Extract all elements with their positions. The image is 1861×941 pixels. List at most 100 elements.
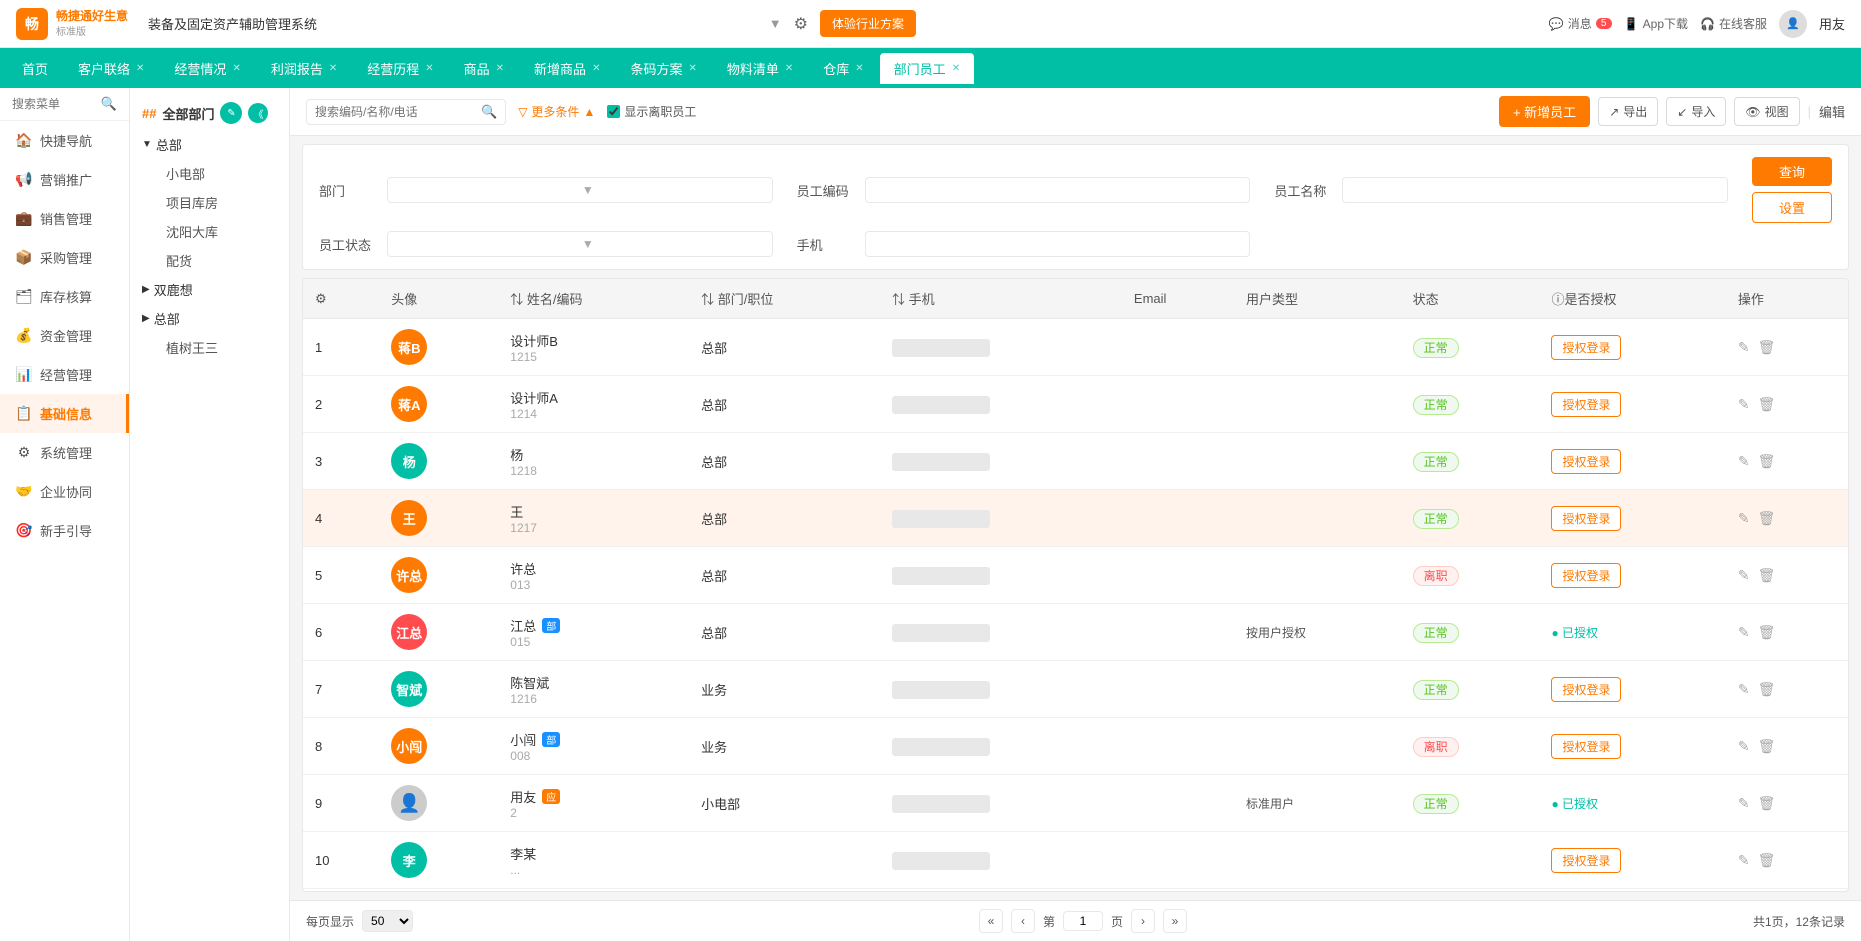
edit-icon[interactable]: ✎ [1738, 681, 1750, 698]
emp-code-input[interactable] [865, 177, 1251, 203]
edit-icon[interactable]: ✎ [1738, 624, 1750, 641]
delete-icon[interactable]: 🗑 [1758, 510, 1776, 527]
auth-btn[interactable]: 授权登录 [1551, 848, 1621, 873]
tab-goods-close[interactable]: ✕ [496, 63, 504, 74]
query-btn[interactable]: 查询 [1752, 157, 1832, 186]
more-conditions-btn[interactable]: ▽ 更多条件 ▲ [518, 103, 595, 120]
tab-ops-close[interactable]: ✕ [232, 63, 240, 74]
prev-page-btn[interactable]: ‹ [1011, 909, 1035, 933]
delete-icon[interactable]: 🗑 [1758, 624, 1776, 641]
import-btn[interactable]: ↙ 导入 [1666, 97, 1726, 126]
col-settings[interactable]: ⚙ [303, 279, 379, 319]
auth-btn[interactable]: 授权登录 [1551, 563, 1621, 588]
online-service-btn[interactable]: 🎧 在线客服 [1700, 15, 1767, 32]
sidebar-item-quicknav[interactable]: 🏠 快捷导航 [0, 121, 129, 160]
tab-home[interactable]: 首页 [8, 53, 62, 84]
tab-material[interactable]: 物料清单✕ [713, 53, 807, 84]
delete-icon[interactable]: 🗑 [1758, 396, 1776, 413]
delete-icon[interactable]: 🗑 [1758, 681, 1776, 698]
edit-icon[interactable]: ✎ [1738, 567, 1750, 584]
sidebar-item-system[interactable]: ⚙ 系统管理 [0, 433, 129, 472]
sidebar-item-marketing[interactable]: 📢 营销推广 [0, 160, 129, 199]
sidebar-item-sales[interactable]: 💼 销售管理 [0, 199, 129, 238]
page-input[interactable] [1063, 911, 1103, 931]
edit-icon[interactable]: ✎ [1738, 453, 1750, 470]
col-name-code[interactable]: ⇅ 姓名/编码 [498, 279, 689, 319]
col-phone[interactable]: ⇅ 手机 [880, 279, 1122, 319]
tab-barcode-close[interactable]: ✕ [688, 63, 696, 74]
collapse-btn[interactable]: 《 [248, 103, 268, 123]
tab-customer-close[interactable]: ✕ [136, 63, 144, 74]
page-size-select[interactable]: 50 100 200 [362, 910, 413, 932]
tab-staff[interactable]: 部门员工✕ [880, 53, 974, 84]
auth-btn[interactable]: 授权登录 [1551, 392, 1621, 417]
edit-dept-btn[interactable]: ✎ [220, 102, 242, 124]
dept-group-zongbu2[interactable]: ▶ 总部 [130, 304, 289, 333]
emp-status-select[interactable]: ▼ [387, 231, 773, 257]
tab-operations[interactable]: 经营情况✕ [160, 53, 254, 84]
export-btn[interactable]: ↗ 导出 [1598, 97, 1658, 126]
edit-icon[interactable]: ✎ [1738, 339, 1750, 356]
sidebar-item-inventory[interactable]: 🗂 库存核算 [0, 277, 129, 316]
delete-icon[interactable]: 🗑 [1758, 852, 1776, 869]
tab-staff-close[interactable]: ✕ [952, 63, 960, 74]
dept-item-peihuo[interactable]: 配货 [146, 246, 289, 275]
sidebar-item-purchase[interactable]: 📦 采购管理 [0, 238, 129, 277]
first-page-btn[interactable]: « [979, 909, 1003, 933]
title-dropdown-icon[interactable]: ▼ [769, 16, 782, 31]
user-avatar[interactable]: 👤 [1779, 10, 1807, 38]
delete-icon[interactable]: 🗑 [1758, 567, 1776, 584]
auth-btn[interactable]: 授权登录 [1551, 335, 1621, 360]
sidebar-item-guide[interactable]: 🎯 新手引导 [0, 511, 129, 550]
tab-material-close[interactable]: ✕ [785, 63, 793, 74]
emp-name-input[interactable] [1342, 177, 1728, 203]
tab-warehouse[interactable]: 仓库✕ [809, 53, 877, 84]
tab-history[interactable]: 经营历程✕ [353, 53, 447, 84]
tab-warehouse-close[interactable]: ✕ [855, 63, 863, 74]
search-input[interactable] [315, 105, 475, 119]
auth-btn[interactable]: 授权登录 [1551, 677, 1621, 702]
edit-cols-btn[interactable]: 编辑 [1819, 102, 1845, 121]
dept-item-project[interactable]: 项目库房 [146, 188, 289, 217]
experience-btn[interactable]: 体验行业方案 [820, 10, 916, 37]
dept-item-shenyang[interactable]: 沈阳大库 [146, 217, 289, 246]
message-btn[interactable]: 💬 消息 5 [1549, 15, 1612, 32]
delete-icon[interactable]: 🗑 [1758, 795, 1776, 812]
sidebar-item-ops[interactable]: 📊 经营管理 [0, 355, 129, 394]
tab-new-goods[interactable]: 新增商品✕ [520, 53, 614, 84]
tab-profit[interactable]: 利润报告✕ [257, 53, 351, 84]
col-dept-role[interactable]: ⇅ 部门/职位 [689, 279, 880, 319]
dept-group-shuanglu[interactable]: ▶ 双鹿想 [130, 275, 289, 304]
sidebar-item-finance[interactable]: 💰 资金管理 [0, 316, 129, 355]
tab-customer[interactable]: 客户联络✕ [64, 53, 158, 84]
dept-item-zhishu[interactable]: 植树王三 [146, 333, 289, 362]
next-page-btn[interactable]: › [1131, 909, 1155, 933]
dept-item-xiaodian[interactable]: 小电部 [146, 159, 289, 188]
tab-profit-close[interactable]: ✕ [329, 63, 337, 74]
edit-icon[interactable]: ✎ [1738, 738, 1750, 755]
show-resigned-checkbox[interactable] [607, 105, 620, 118]
sidebar-item-basicinfo[interactable]: 📋 基础信息 [0, 394, 129, 433]
dept-group-zongbu[interactable]: ▼ 总部 [130, 130, 289, 159]
app-download-btn[interactable]: 📱 App下载 [1624, 15, 1688, 32]
tab-goods[interactable]: 商品✕ [450, 53, 518, 84]
sidebar-item-collab[interactable]: 🤝 企业协同 [0, 472, 129, 511]
last-page-btn[interactable]: » [1163, 909, 1187, 933]
add-employee-btn[interactable]: + 新增员工 [1499, 96, 1590, 127]
auth-btn[interactable]: 授权登录 [1551, 734, 1621, 759]
auth-btn[interactable]: 授权登录 [1551, 506, 1621, 531]
auth-btn[interactable]: 授权登录 [1551, 449, 1621, 474]
settings-icon[interactable]: ⚙ [794, 14, 808, 34]
sidebar-search-input[interactable] [12, 97, 101, 111]
set-btn[interactable]: 设置 [1752, 192, 1832, 223]
tab-history-close[interactable]: ✕ [425, 63, 433, 74]
tab-newgoods-close[interactable]: ✕ [592, 63, 600, 74]
edit-icon[interactable]: ✎ [1738, 396, 1750, 413]
delete-icon[interactable]: 🗑 [1758, 453, 1776, 470]
dept-select[interactable]: ▼ [387, 177, 773, 203]
view-btn[interactable]: 👁 视图 [1734, 97, 1799, 126]
edit-icon[interactable]: ✎ [1738, 795, 1750, 812]
show-resigned-wrap[interactable]: 显示离职员工 [607, 103, 696, 120]
tab-barcode[interactable]: 条码方案✕ [616, 53, 710, 84]
delete-icon[interactable]: 🗑 [1758, 738, 1776, 755]
